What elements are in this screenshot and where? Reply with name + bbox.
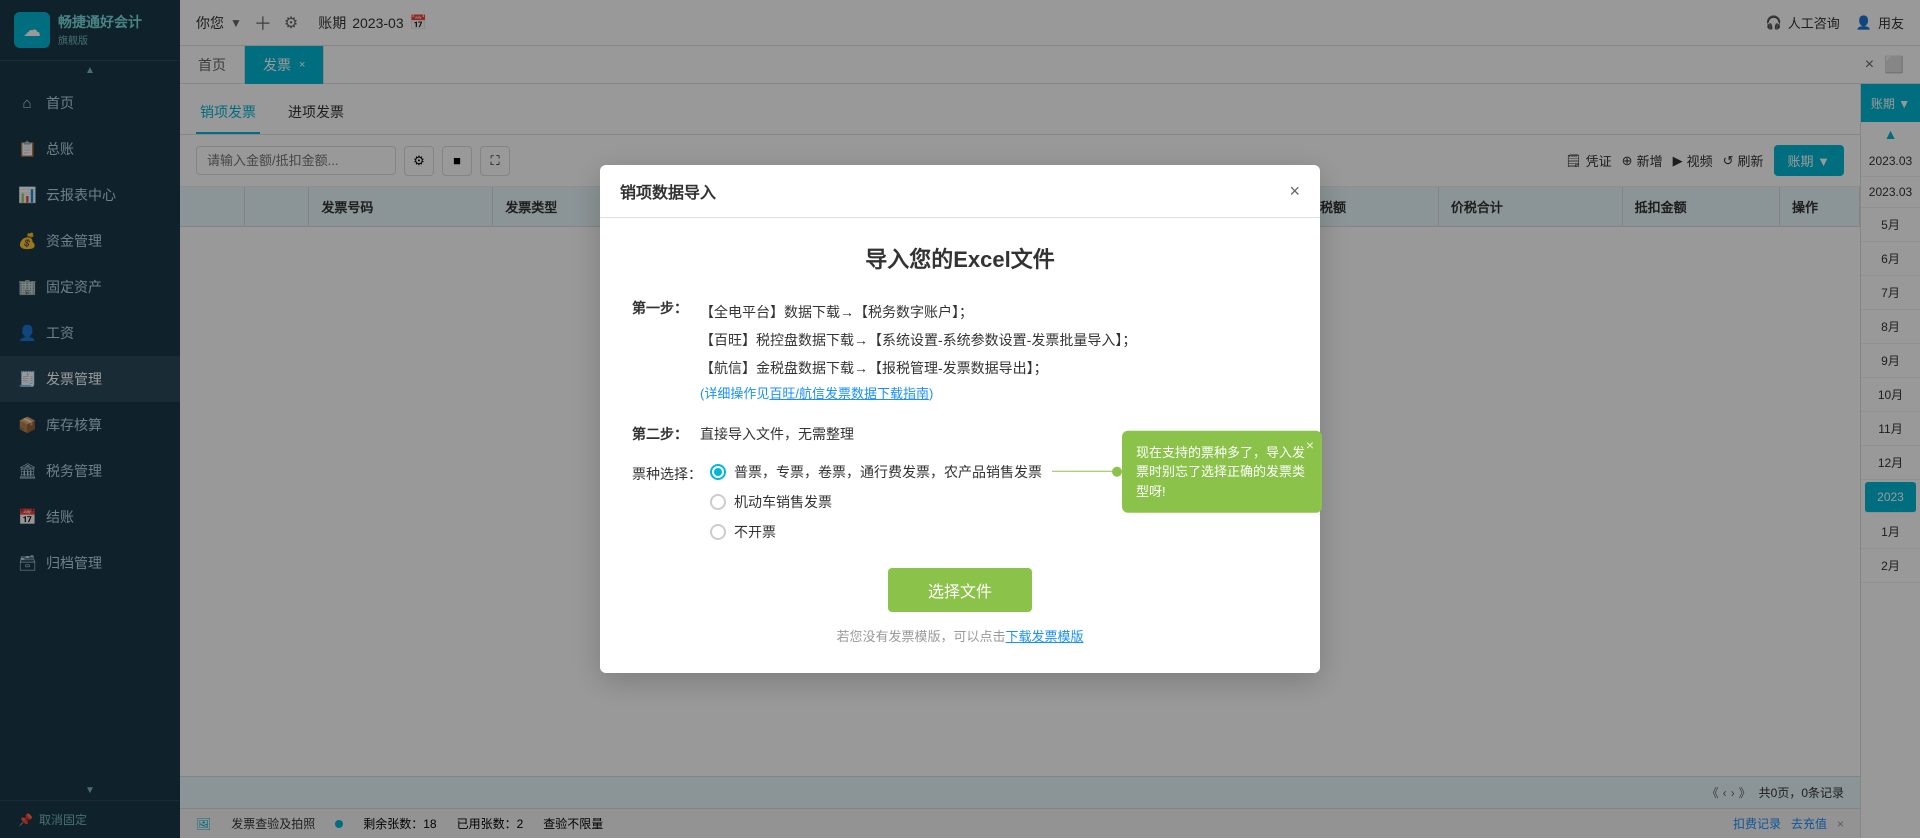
radio1-wrapper: 普票，专票，卷票，通行费发票，农产品销售发票 × 现在支持的票种多了，导入发票时… bbox=[710, 462, 1042, 482]
radio-option-1: 普票，专票，卷票，通行费发票，农产品销售发票 × 现在支持的票种多了，导入发票时… bbox=[710, 462, 1042, 482]
tooltip-connector: × 现在支持的票种多了，导入发票时别忘了选择正确的发票类型呀! bbox=[1052, 430, 1322, 513]
radio1-label-row[interactable]: 普票，专票，卷票，通行费发票，农产品销售发票 bbox=[710, 462, 1042, 482]
modal-header: 销项数据导入 × bbox=[600, 165, 1320, 218]
modal-footer-note: 若您没有发票模版，可以点击下载发票模版 bbox=[632, 626, 1288, 645]
step1-content: 【全电平台】数据下载→【税务数字账户】； 【百旺】税控盘数据下载→【系统设置-系… bbox=[700, 298, 1136, 405]
step2-text: 直接导入文件，无需整理 bbox=[700, 424, 854, 444]
step1-link-suffix: ) bbox=[929, 386, 933, 401]
ticket-label: 票种选择： bbox=[632, 462, 702, 484]
radio2-label-row[interactable]: 机动车销售发票 bbox=[710, 492, 832, 512]
step1-line2: 【百旺】税控盘数据下载→【系统设置-系统参数设置-发票批量导入】； bbox=[700, 326, 1136, 354]
tooltip-bubble: × 现在支持的票种多了，导入发票时别忘了选择正确的发票类型呀! bbox=[1122, 430, 1322, 513]
modal-main-title: 导入您的Excel文件 bbox=[632, 242, 1288, 274]
radio-option-2[interactable]: 机动车销售发票 bbox=[710, 492, 1042, 512]
radio-option-3[interactable]: 不开票 bbox=[710, 522, 1042, 542]
step1-line3: 【航信】金税盘数据下载→【报税管理-发票数据导出】； bbox=[700, 354, 1136, 382]
tooltip-close-btn[interactable]: × bbox=[1306, 434, 1314, 455]
tooltip-line bbox=[1052, 471, 1112, 472]
step2-num: 第二步： bbox=[632, 424, 688, 444]
tooltip-dot bbox=[1112, 467, 1122, 477]
import-modal: 销项数据导入 × 导入您的Excel文件 第一步： 【全电平台】数据下载→【税务… bbox=[600, 165, 1320, 672]
step1-row: 第一步： 【全电平台】数据下载→【税务数字账户】； 【百旺】税控盘数据下载→【系… bbox=[632, 298, 1288, 405]
step1-num: 第一步： bbox=[632, 298, 688, 318]
radio-options: 普票，专票，卷票，通行费发票，农产品销售发票 × 现在支持的票种多了，导入发票时… bbox=[710, 462, 1042, 552]
ticket-type-group: 票种选择： 普票，专票，卷票，通行费发票，农产品销售发票 bbox=[632, 462, 1288, 552]
radio1-circle[interactable] bbox=[710, 464, 726, 480]
modal-body: 导入您的Excel文件 第一步： 【全电平台】数据下载→【税务数字账户】； 【百… bbox=[600, 218, 1320, 672]
radio1-label: 普票，专票，卷票，通行费发票，农产品销售发票 bbox=[734, 462, 1042, 482]
footer-note-prefix: 若您没有发票模版，可以点击 bbox=[836, 629, 1005, 644]
select-file-btn[interactable]: 选择文件 bbox=[888, 568, 1032, 612]
radio2-label: 机动车销售发票 bbox=[734, 492, 832, 512]
download-template-link[interactable]: 下载发票模版 bbox=[1006, 629, 1084, 644]
tooltip-text: 现在支持的票种多了，导入发票时别忘了选择正确的发票类型呀! bbox=[1136, 444, 1305, 498]
step1-link[interactable]: 百旺/航信发票数据下载指南 bbox=[769, 386, 929, 401]
ticket-label-row: 票种选择： 普票，专票，卷票，通行费发票，农产品销售发票 bbox=[632, 462, 1288, 552]
step1-line1: 【全电平台】数据下载→【税务数字账户】； bbox=[700, 298, 1136, 326]
modal-close-btn[interactable]: × bbox=[1289, 181, 1300, 202]
modal-overlay[interactable]: 销项数据导入 × 导入您的Excel文件 第一步： 【全电平台】数据下载→【税务… bbox=[0, 0, 1920, 838]
radio3-circle[interactable] bbox=[710, 524, 726, 540]
radio3-label: 不开票 bbox=[734, 522, 776, 542]
select-file-label: 选择文件 bbox=[928, 584, 992, 601]
step1-link-prefix: (详细操作见 bbox=[700, 386, 769, 401]
step1: 第一步： 【全电平台】数据下载→【税务数字账户】； 【百旺】税控盘数据下载→【系… bbox=[632, 298, 1288, 405]
radio2-circle[interactable] bbox=[710, 494, 726, 510]
modal-title: 销项数据导入 bbox=[620, 179, 716, 203]
radio3-label-row[interactable]: 不开票 bbox=[710, 522, 776, 542]
step1-link-row: (详细操作见百旺/航信发票数据下载指南) bbox=[700, 382, 1136, 405]
